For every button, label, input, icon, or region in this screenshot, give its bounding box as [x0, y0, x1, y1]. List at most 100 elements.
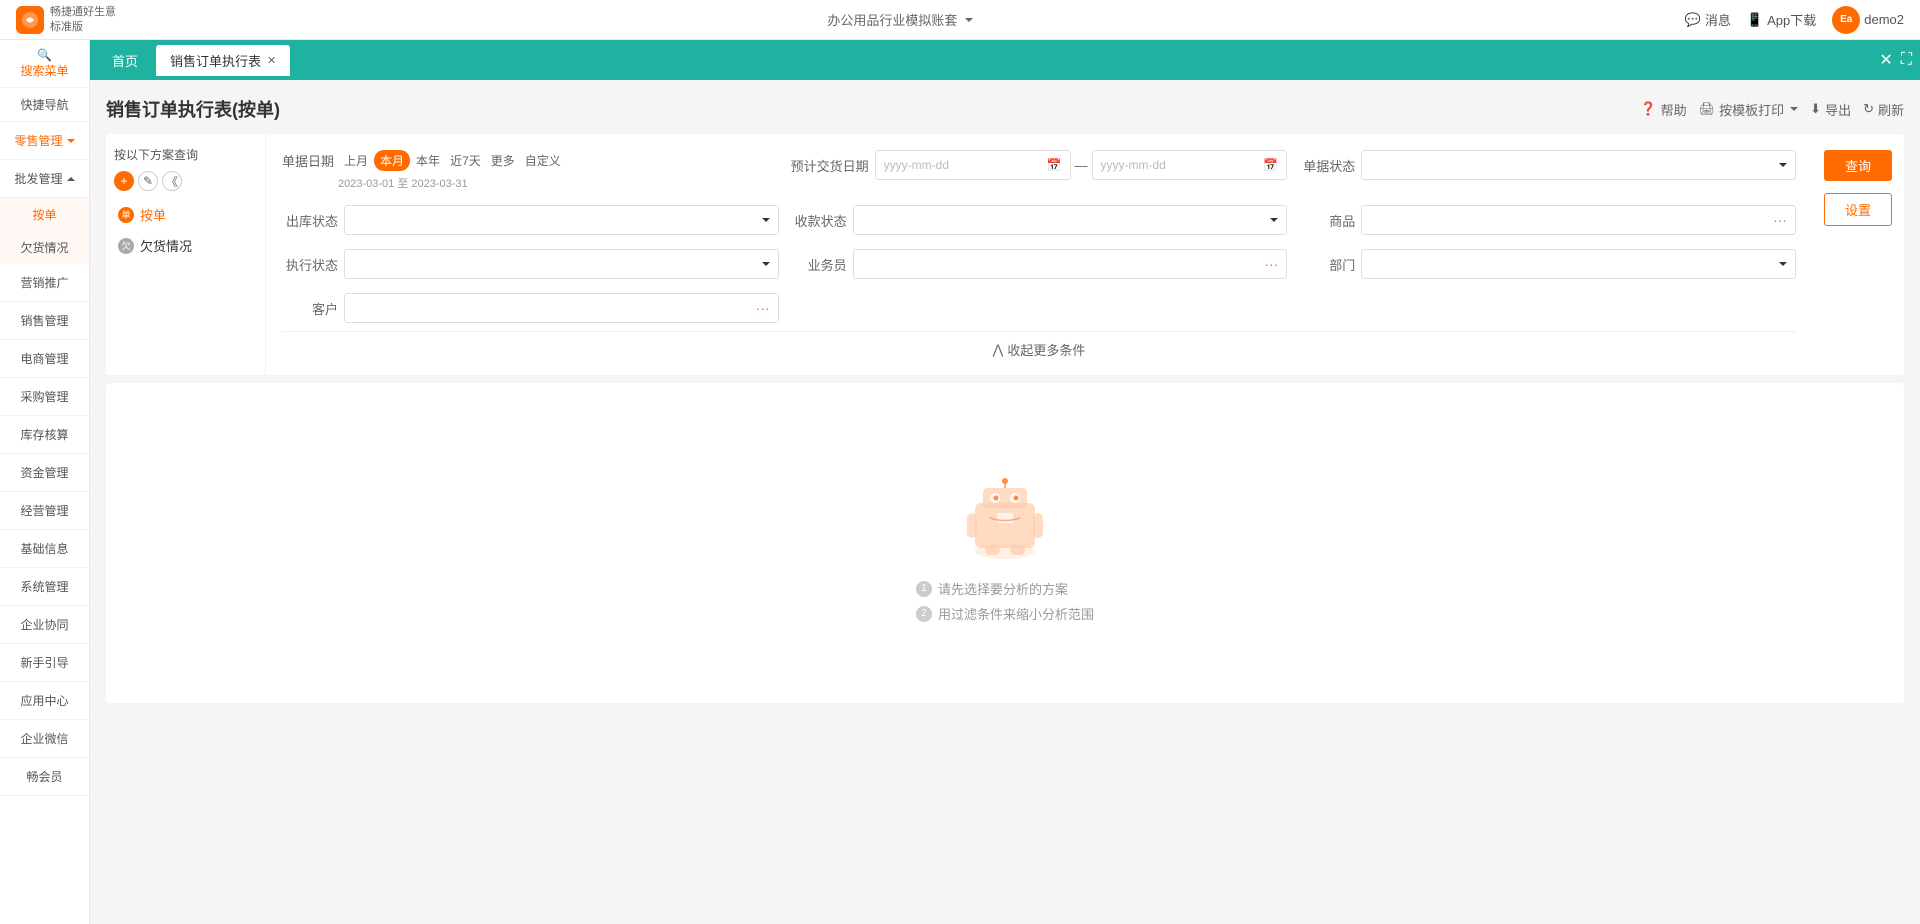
- salesperson-input[interactable]: ···: [853, 249, 1288, 279]
- message-action[interactable]: 💬 消息: [1685, 10, 1731, 29]
- sidebar-item-system[interactable]: 系统管理: [0, 568, 89, 606]
- salesperson-dots[interactable]: ···: [1264, 256, 1278, 272]
- print-dropdown-icon: [1790, 107, 1798, 111]
- help-icon: ❓: [1640, 101, 1656, 117]
- user-action[interactable]: Ea demo2: [1832, 6, 1904, 34]
- date-filter-group: 单据日期 上月 本月 本年 近7天 更多 自定义 2023: [282, 150, 779, 191]
- print-icon: 🖨: [1699, 101, 1716, 117]
- main-layout: 🔍 搜索菜单 快捷导航 零售管理 批发管理 按单 欠货情况 营销推广 销售管理: [0, 40, 1920, 924]
- empty-icon: [945, 463, 1065, 563]
- expected-date-filter-group: 预计交货日期 yyyy-mm-dd 📅 — yyyy-mm-dd: [791, 150, 1288, 180]
- date-tab-this-year[interactable]: 本年: [412, 150, 444, 171]
- empty-tip-2: 2 用过滤条件来缩小分析范围: [916, 604, 1094, 623]
- sidebar-item-appcenter[interactable]: 应用中心: [0, 682, 89, 720]
- dept-group: 部门: [1299, 249, 1796, 279]
- sidebar-item-retail[interactable]: 零售管理: [0, 122, 89, 160]
- search-icon: 🔍: [37, 48, 52, 62]
- payment-status-chevron: [1270, 218, 1278, 222]
- date-tab-last7[interactable]: 近7天: [446, 150, 485, 171]
- sidebar-item-wholesale[interactable]: 批发管理: [0, 160, 89, 198]
- tab-home[interactable]: 首页: [98, 45, 152, 76]
- payment-status-label: 收款状态: [791, 211, 847, 230]
- sidebar-quick-nav[interactable]: 快捷导航: [0, 88, 89, 122]
- tab-close-window-icon[interactable]: ✕: [1879, 50, 1892, 70]
- scheme-add-btn[interactable]: +: [114, 171, 134, 191]
- message-icon: 💬: [1685, 12, 1701, 28]
- content-area: 首页 销售订单执行表 ✕ ✕ ⛶ 销售订单执行表(按单) ❓ 帮助: [90, 40, 1920, 924]
- export-btn[interactable]: ⬇ 导出: [1810, 100, 1851, 119]
- sidebar-sub-item-scheme[interactable]: 按单: [0, 198, 89, 231]
- query-btn[interactable]: 查询: [1824, 150, 1892, 181]
- tab-sales-order[interactable]: 销售订单执行表 ✕: [156, 45, 290, 76]
- tab-bar-right: ✕ ⛶: [1879, 50, 1912, 70]
- page-title: 销售订单执行表(按单): [106, 96, 280, 122]
- date-tab-this-month[interactable]: 本月: [374, 150, 410, 171]
- payment-status-select[interactable]: [853, 205, 1288, 235]
- empty-tips: 1 请先选择要分析的方案 2 用过滤条件来缩小分析范围: [916, 579, 1094, 623]
- date-range-display: 2023-03-01 至 2023-03-31: [338, 175, 779, 191]
- date-tab-custom[interactable]: 自定义: [521, 150, 565, 171]
- retail-expand-icon: [67, 139, 75, 143]
- workspace-dropdown-icon[interactable]: [965, 18, 973, 22]
- sidebar-item-newuser[interactable]: 新手引导: [0, 644, 89, 682]
- sidebar-item-enterprise[interactable]: 企业协同: [0, 606, 89, 644]
- app-download-action[interactable]: 📱 App下载: [1747, 10, 1816, 29]
- tip-num-1: 1: [916, 581, 932, 597]
- tip-num-2: 2: [916, 606, 932, 622]
- sidebar-item-finance[interactable]: 资金管理: [0, 454, 89, 492]
- delivery-status-select[interactable]: [344, 205, 779, 235]
- dept-select[interactable]: [1361, 249, 1796, 279]
- sidebar-item-operations[interactable]: 经营管理: [0, 492, 89, 530]
- print-btn[interactable]: 🖨 按模板打印: [1699, 100, 1799, 119]
- scheme-edit-btn[interactable]: ✎: [138, 171, 158, 191]
- sidebar-item-marketing[interactable]: 营销推广: [0, 264, 89, 302]
- scheme-header: 按以下方案查询: [114, 146, 257, 163]
- expected-date-from[interactable]: yyyy-mm-dd 📅: [875, 150, 1071, 180]
- help-btn[interactable]: ❓ 帮助: [1640, 100, 1686, 119]
- delivery-status-label: 出库状态: [282, 211, 338, 230]
- calendar-icon-from: 📅: [1047, 158, 1062, 172]
- customer-dots[interactable]: ···: [756, 300, 770, 316]
- expected-date-to[interactable]: yyyy-mm-dd 📅: [1092, 150, 1288, 180]
- refresh-icon: ↻: [1863, 101, 1874, 117]
- sidebar-item-sales[interactable]: 销售管理: [0, 302, 89, 340]
- salesperson-label: 业务员: [791, 255, 847, 274]
- order-status-label: 单据状态: [1299, 156, 1355, 175]
- goods-dots[interactable]: ···: [1773, 212, 1787, 228]
- scheme-collapse-btn[interactable]: 《: [162, 171, 182, 191]
- collapse-row: ⋀ 收起更多条件: [282, 331, 1796, 359]
- filter-fields: 单据日期 上月 本月 本年 近7天 更多 自定义 2023: [266, 134, 1812, 375]
- sidebar-sub-items: 按单 欠货情况: [0, 198, 89, 264]
- tab-close-icon[interactable]: ✕: [267, 54, 276, 67]
- app-icon: 📱: [1747, 12, 1763, 28]
- page-actions: ❓ 帮助 🖨 按模板打印 ⬇ 导出 ↻ 刷新: [1640, 100, 1904, 119]
- date-tab-more[interactable]: 更多: [487, 150, 519, 171]
- sidebar-item-purchase[interactable]: 采购管理: [0, 378, 89, 416]
- sidebar-search[interactable]: 🔍 搜索菜单: [0, 40, 89, 88]
- sidebar-item-member[interactable]: 畅会员: [0, 758, 89, 796]
- tab-maximize-icon[interactable]: ⛶: [1901, 51, 1912, 69]
- order-status-select[interactable]: [1361, 150, 1796, 180]
- sidebar-item-inventory[interactable]: 库存核算: [0, 416, 89, 454]
- date-tab-last-month[interactable]: 上月: [340, 150, 372, 171]
- settings-btn[interactable]: 设置: [1824, 193, 1892, 226]
- scheme-panel: 按以下方案查询 + ✎ 《 单 按单 欠 欠货情况: [106, 134, 266, 375]
- sidebar-item-corpwechat[interactable]: 企业微信: [0, 720, 89, 758]
- scheme-item-2[interactable]: 欠 欠货情况: [114, 230, 257, 261]
- scheme-item-icon-1: 单: [118, 207, 134, 223]
- scheme-item-1[interactable]: 单 按单: [114, 199, 257, 230]
- exec-status-select[interactable]: [344, 249, 779, 279]
- goods-input[interactable]: ···: [1361, 205, 1796, 235]
- page-content: 销售订单执行表(按单) ❓ 帮助 🖨 按模板打印 ⬇ 导出: [90, 80, 1920, 924]
- filter-wrapper: 按以下方案查询 + ✎ 《 单 按单 欠 欠货情况: [106, 134, 1904, 375]
- collapse-filters-btn[interactable]: ⋀ 收起更多条件: [993, 340, 1086, 359]
- export-icon: ⬇: [1810, 101, 1821, 117]
- sidebar-sub-item-debt[interactable]: 欠货情况: [0, 231, 89, 264]
- refresh-btn[interactable]: ↻ 刷新: [1863, 100, 1904, 119]
- sidebar-item-ecommerce[interactable]: 电商管理: [0, 340, 89, 378]
- collapse-up-icon: ⋀: [993, 342, 1004, 358]
- payment-status-group: 收款状态: [791, 205, 1288, 235]
- sidebar-item-base[interactable]: 基础信息: [0, 530, 89, 568]
- wholesale-expand-icon: [67, 177, 75, 181]
- customer-input[interactable]: ···: [344, 293, 779, 323]
